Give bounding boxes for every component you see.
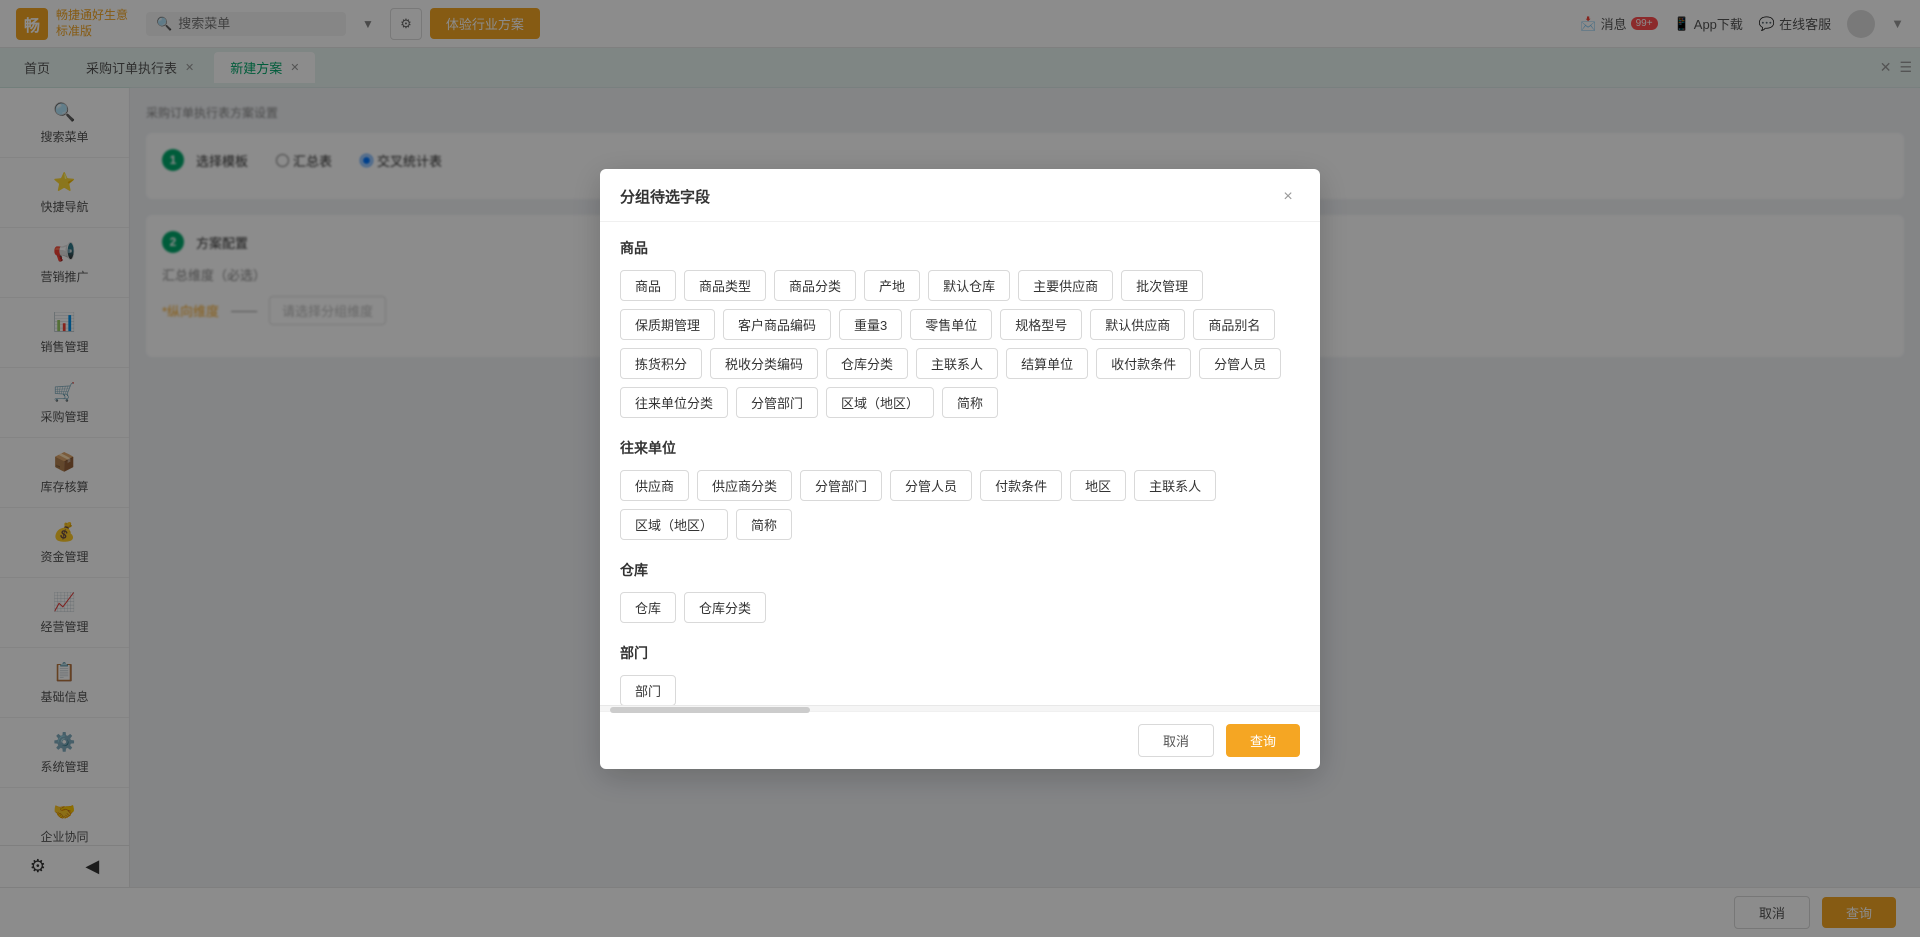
field-tag[interactable]: 分管人员 (1199, 348, 1281, 379)
modal-footer: 取消 查询 (600, 711, 1320, 769)
scroll-thumb (610, 707, 810, 713)
field-tag[interactable]: 商品 (620, 270, 676, 301)
field-tag[interactable]: 主要供应商 (1018, 270, 1113, 301)
section-warehouse-title: 仓库 (620, 560, 1300, 580)
field-tag[interactable]: 仓库分类 (684, 592, 766, 623)
section-department: 部门 部门 (620, 643, 1300, 705)
field-tag[interactable]: 分管部门 (736, 387, 818, 418)
section-warehouse: 仓库 仓库 仓库分类 (620, 560, 1300, 623)
section-department-title: 部门 (620, 643, 1300, 663)
field-tag[interactable]: 仓库分类 (826, 348, 908, 379)
field-tag[interactable]: 供应商分类 (697, 470, 792, 501)
field-tag[interactable]: 地区 (1070, 470, 1126, 501)
field-tag[interactable]: 商品别名 (1193, 309, 1275, 340)
field-tag[interactable]: 部门 (620, 675, 676, 705)
field-tag[interactable]: 零售单位 (910, 309, 992, 340)
field-tag[interactable]: 收付款条件 (1096, 348, 1191, 379)
field-tag[interactable]: 默认供应商 (1090, 309, 1185, 340)
field-tag[interactable]: 规格型号 (1000, 309, 1082, 340)
field-tag[interactable]: 税收分类编码 (710, 348, 818, 379)
field-tag[interactable]: 客户商品编码 (723, 309, 831, 340)
field-tag[interactable]: 主联系人 (916, 348, 998, 379)
modal-close-button[interactable]: × (1276, 185, 1300, 209)
modal-header: 分组待选字段 × (600, 169, 1320, 222)
field-tag[interactable]: 重量3 (839, 309, 902, 340)
modal-overlay: 分组待选字段 × 商品 商品 商品类型 商品分类 产地 默认仓库 主要供应商 批… (0, 0, 1920, 937)
modal-body: 商品 商品 商品类型 商品分类 产地 默认仓库 主要供应商 批次管理 保质期管理… (600, 222, 1320, 705)
field-tag[interactable]: 结算单位 (1006, 348, 1088, 379)
field-tag[interactable]: 分管部门 (800, 470, 882, 501)
field-tag[interactable]: 区域（地区） (620, 509, 728, 540)
modal-horizontal-scrollbar[interactable] (600, 705, 1320, 711)
field-tag[interactable]: 批次管理 (1121, 270, 1203, 301)
section-goods-fields: 商品 商品类型 商品分类 产地 默认仓库 主要供应商 批次管理 保质期管理 客户… (620, 270, 1300, 418)
cancel-button[interactable]: 取消 (1138, 724, 1214, 757)
section-counterpart-fields: 供应商 供应商分类 分管部门 分管人员 付款条件 地区 主联系人 区域（地区） … (620, 470, 1300, 540)
field-tag[interactable]: 付款条件 (980, 470, 1062, 501)
field-tag[interactable]: 仓库 (620, 592, 676, 623)
modal-title: 分组待选字段 (620, 186, 710, 207)
field-tag[interactable]: 主联系人 (1134, 470, 1216, 501)
section-counterpart-title: 往来单位 (620, 438, 1300, 458)
section-warehouse-fields: 仓库 仓库分类 (620, 592, 1300, 623)
field-tag[interactable]: 拣货积分 (620, 348, 702, 379)
field-tag[interactable]: 商品分类 (774, 270, 856, 301)
section-goods-title: 商品 (620, 238, 1300, 258)
field-tag[interactable]: 简称 (942, 387, 998, 418)
field-tag[interactable]: 商品类型 (684, 270, 766, 301)
field-tag[interactable]: 供应商 (620, 470, 689, 501)
field-tag[interactable]: 默认仓库 (928, 270, 1010, 301)
section-counterpart: 往来单位 供应商 供应商分类 分管部门 分管人员 付款条件 地区 主联系人 区域… (620, 438, 1300, 540)
field-tag[interactable]: 保质期管理 (620, 309, 715, 340)
field-tag[interactable]: 区域（地区） (826, 387, 934, 418)
field-tag[interactable]: 简称 (736, 509, 792, 540)
confirm-button[interactable]: 查询 (1226, 724, 1300, 757)
section-department-fields: 部门 (620, 675, 1300, 705)
field-tag[interactable]: 往来单位分类 (620, 387, 728, 418)
field-tag[interactable]: 分管人员 (890, 470, 972, 501)
field-tag[interactable]: 产地 (864, 270, 920, 301)
field-select-modal: 分组待选字段 × 商品 商品 商品类型 商品分类 产地 默认仓库 主要供应商 批… (600, 169, 1320, 769)
section-goods: 商品 商品 商品类型 商品分类 产地 默认仓库 主要供应商 批次管理 保质期管理… (620, 238, 1300, 418)
